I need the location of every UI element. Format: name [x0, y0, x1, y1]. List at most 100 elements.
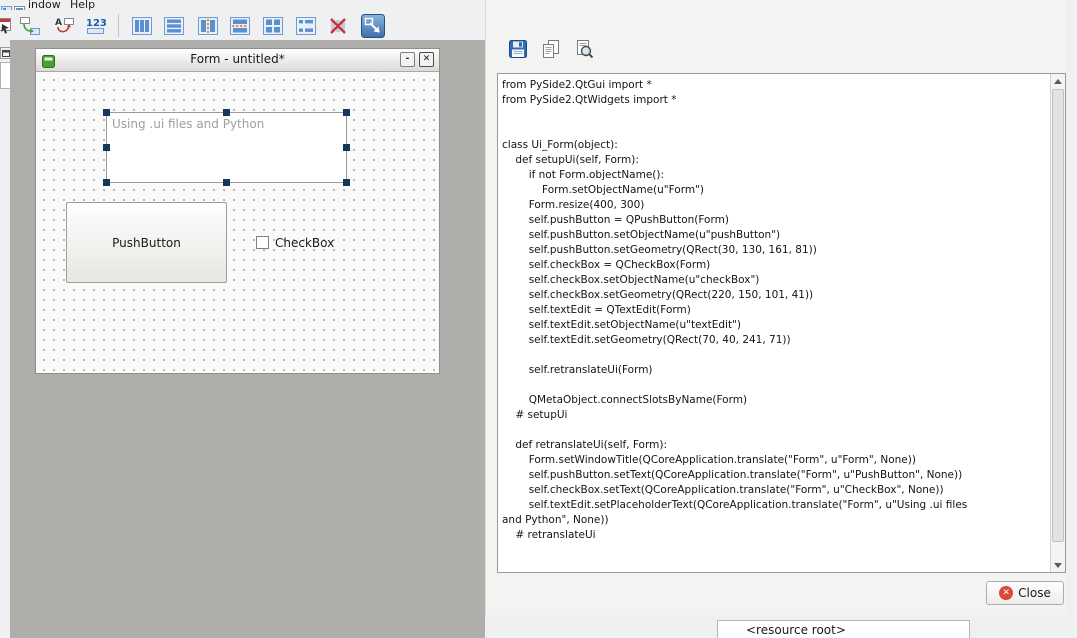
- code-line: Form.resize(400, 300): [502, 198, 1046, 213]
- layout-vertical-button[interactable]: [161, 13, 187, 39]
- layout-horizontal-button[interactable]: [129, 13, 155, 39]
- code-line: Form.setObjectName(u"Form"): [502, 183, 1046, 198]
- close-window-button[interactable]: ✕: [419, 52, 434, 67]
- edit-signals-slots-button[interactable]: [17, 13, 43, 39]
- left-dock-strip: [0, 40, 10, 638]
- selection-handle-mid-right[interactable]: [343, 144, 350, 151]
- adjust-size-icon: [360, 13, 386, 39]
- code-line: from PySide2.QtWidgets import *: [502, 93, 1046, 108]
- edit-buddies-icon: A: [53, 15, 75, 37]
- code-line: [502, 378, 1046, 393]
- code-line: [502, 348, 1046, 363]
- code-line: if not Form.objectName():: [502, 168, 1046, 183]
- code-line: # retranslateUi: [502, 528, 1046, 543]
- selection-handle-top-left[interactable]: [103, 109, 110, 116]
- edit-widgets-icon: [0, 15, 14, 37]
- copy-button[interactable]: [538, 36, 564, 62]
- code-line: self.checkBox.setGeometry(QRect(220, 150…: [502, 288, 1046, 303]
- copy-icon: [540, 38, 562, 60]
- selection-handle-bottom-right[interactable]: [343, 179, 350, 186]
- code-line: self.pushButton.setObjectName(u"pushButt…: [502, 228, 1046, 243]
- break-layout-button[interactable]: [325, 13, 351, 39]
- save-icon: [507, 38, 529, 60]
- code-line: self.checkBox.setText(QCoreApplication.t…: [502, 483, 1046, 498]
- dock-float-icon: [2, 50, 10, 57]
- edit-buddies-button[interactable]: A: [51, 13, 77, 39]
- layout-horizontal-icon: [131, 15, 153, 37]
- checkbox-indicator[interactable]: [256, 236, 269, 249]
- scroll-down-button[interactable]: [1051, 558, 1065, 572]
- code-line: self.checkBox = QCheckBox(Form): [502, 258, 1046, 273]
- code-line: self.textEdit.setGeometry(QRect(70, 40, …: [502, 333, 1046, 348]
- code-text: from PySide2.QtGui import *from PySide2.…: [502, 78, 1046, 543]
- scroll-up-icon: [1054, 79, 1062, 84]
- selection-handle-mid-left[interactable]: [103, 144, 110, 151]
- layout-horizontal-splitter-icon: [197, 15, 219, 37]
- code-line: def retranslateUi(self, Form):: [502, 438, 1046, 453]
- code-line: self.pushButton.setText(QCoreApplication…: [502, 468, 1046, 483]
- selection-handle-top-right[interactable]: [343, 109, 350, 116]
- checkbox-widget[interactable]: CheckBox: [256, 222, 357, 263]
- edit-tab-order-icon: 123: [84, 15, 108, 37]
- selection-handle-top-mid[interactable]: [223, 109, 230, 116]
- code-line: self.pushButton = QPushButton(Form): [502, 213, 1046, 228]
- code-line: self.checkBox.setObjectName(u"checkBox"): [502, 273, 1046, 288]
- save-button[interactable]: [505, 36, 531, 62]
- layout-horizontal-splitter-button[interactable]: [195, 13, 221, 39]
- adjust-size-button[interactable]: [359, 12, 387, 40]
- scroll-up-button[interactable]: [1051, 74, 1065, 88]
- selection-handle-bottom-left[interactable]: [103, 179, 110, 186]
- code-line: [502, 423, 1046, 438]
- code-line: QMetaObject.connectSlotsByName(Form): [502, 393, 1046, 408]
- code-line: [502, 108, 1046, 123]
- menu-item-help[interactable]: Help: [70, 0, 95, 10]
- code-line: from PySide2.QtGui import *: [502, 78, 1046, 93]
- selection-handle-bottom-mid[interactable]: [223, 179, 230, 186]
- pushbutton-label: PushButton: [112, 236, 181, 250]
- menubar-icon-stub-2[interactable]: [14, 0, 25, 10]
- break-layout-icon: [327, 15, 349, 37]
- code-line: Form.setWindowTitle(QCoreApplication.tra…: [502, 453, 1046, 468]
- find-button[interactable]: [571, 36, 597, 62]
- close-button-label: Close: [1018, 586, 1051, 600]
- code-line: self.textEdit = QTextEdit(Form): [502, 303, 1046, 318]
- textedit-widget[interactable]: Using .ui files and Python: [106, 112, 347, 183]
- code-preview-dialog: from PySide2.QtGui import *from PySide2.…: [485, 0, 1066, 615]
- checkbox-label: CheckBox: [275, 236, 334, 250]
- edit-signals-slots-icon: [19, 15, 41, 37]
- svg-text:123: 123: [86, 18, 107, 29]
- code-text-area[interactable]: from PySide2.QtGui import *from PySide2.…: [497, 73, 1066, 573]
- code-line: def setupUi(self, Form):: [502, 153, 1046, 168]
- code-line: self.retranslateUi(Form): [502, 363, 1046, 378]
- code-line: self.textEdit.setObjectName(u"textEdit"): [502, 318, 1046, 333]
- minimize-button[interactable]: -: [400, 52, 415, 67]
- form-canvas[interactable]: Using .ui files and Python PushButton Ch…: [36, 72, 439, 373]
- menubar-icon-stub-1[interactable]: [1, 0, 12, 10]
- pushbutton-widget[interactable]: PushButton: [66, 202, 227, 283]
- layout-vertical-splitter-button[interactable]: [227, 13, 253, 39]
- main-toolbar: A 123: [0, 10, 485, 42]
- menu-item-window[interactable]: indow: [28, 0, 61, 10]
- code-scrollbar[interactable]: [1050, 74, 1065, 572]
- mdi-area: Form - untitled* - ✕ Using .ui files and…: [10, 40, 485, 638]
- layout-form-icon: [295, 15, 317, 37]
- form-titlebar[interactable]: Form - untitled* - ✕: [36, 49, 439, 72]
- layout-grid-icon: [262, 15, 284, 37]
- edit-tab-order-button[interactable]: 123: [83, 13, 109, 39]
- layout-form-button[interactable]: [293, 13, 319, 39]
- edit-widgets-button[interactable]: [0, 13, 16, 39]
- code-line: # setupUi: [502, 408, 1046, 423]
- close-button[interactable]: ✕ Close: [986, 581, 1064, 605]
- resource-root-item[interactable]: <resource root>: [717, 620, 970, 638]
- code-line: self.pushButton.setGeometry(QRect(30, 13…: [502, 243, 1046, 258]
- textedit-placeholder: Using .ui files and Python: [112, 117, 346, 131]
- code-line: [502, 123, 1046, 138]
- layout-vertical-icon: [163, 15, 185, 37]
- scrollbar-thumb[interactable]: [1052, 89, 1064, 542]
- form-designer-window: Form - untitled* - ✕ Using .ui files and…: [35, 48, 440, 374]
- layout-vertical-splitter-icon: [229, 15, 251, 37]
- close-button-icon: ✕: [999, 586, 1013, 600]
- scroll-down-icon: [1054, 563, 1062, 568]
- layout-grid-button[interactable]: [260, 13, 286, 39]
- find-icon: [573, 38, 595, 60]
